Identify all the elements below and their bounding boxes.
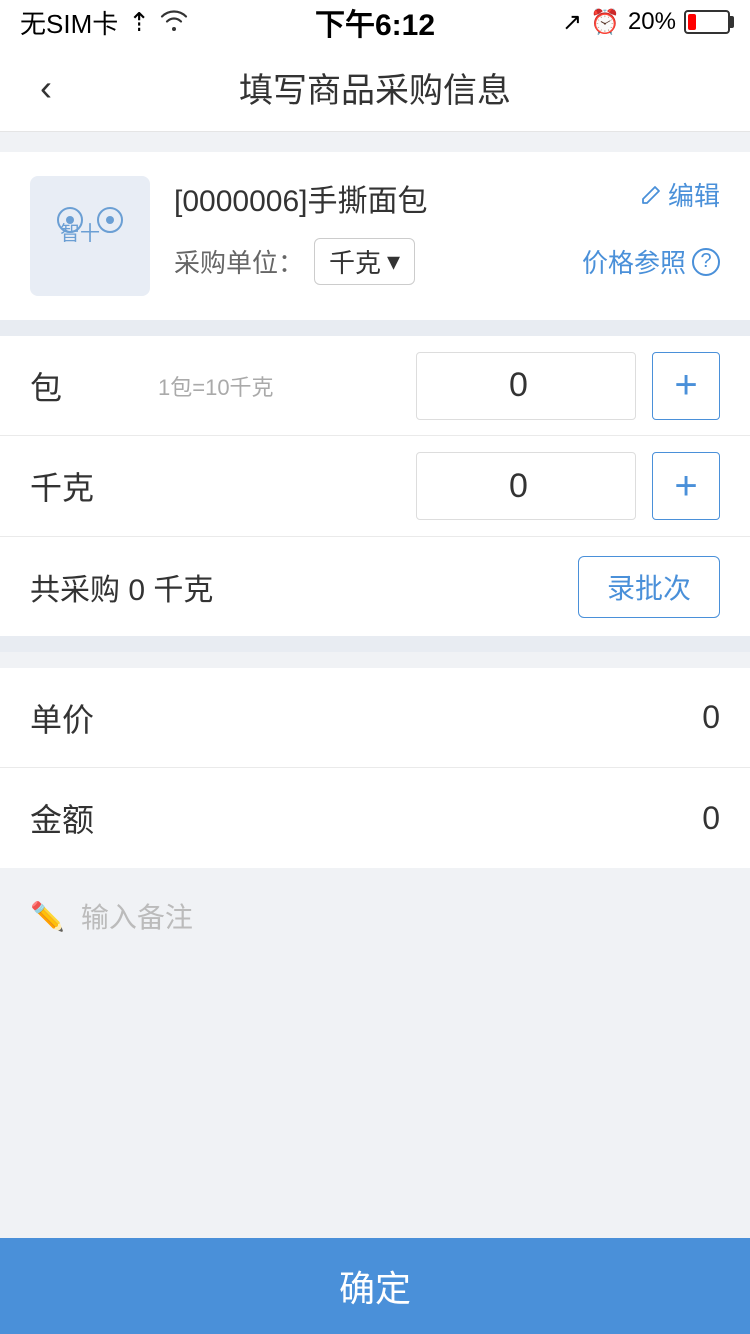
product-image: 智十	[30, 176, 150, 296]
divider-2	[0, 636, 750, 652]
amount-label: 金额	[30, 795, 94, 841]
kg-quantity-input[interactable]	[416, 452, 636, 520]
amount-value: 0	[702, 800, 720, 837]
status-bar-left: 无SIM卡 ⇡	[20, 4, 188, 41]
product-logo: 智十	[50, 200, 130, 272]
status-bar-right: ↗ ⏰ 20%	[562, 8, 730, 37]
divider-1	[0, 320, 750, 336]
unit-select[interactable]: 千克 ▾	[314, 238, 415, 285]
price-section: 单价 0 金额 0	[0, 668, 750, 868]
bag-sublabel: 1包=10千克	[158, 370, 274, 402]
page-title: 填写商品采购信息	[239, 63, 511, 112]
bag-quantity-input[interactable]	[416, 352, 636, 420]
status-bar: 无SIM卡 ⇡ 下午6:12 ↗ ⏰ 20%	[0, 0, 750, 44]
edit-button[interactable]: 编辑	[640, 176, 720, 213]
amount-row: 金额 0	[0, 768, 750, 868]
confirm-button[interactable]: 确定	[0, 1238, 750, 1334]
bag-label: 包	[30, 363, 150, 409]
total-text: 共采购 0 千克	[30, 565, 213, 609]
wifi-icon2	[160, 7, 188, 38]
battery-percent: 20%	[628, 8, 676, 36]
nav-bar: ‹ 填写商品采购信息	[0, 44, 750, 132]
product-name: [0000006]手撕面包	[174, 176, 427, 220]
pencil-icon: ✏️	[30, 900, 65, 933]
unit-price-value: 0	[702, 699, 720, 736]
input-section: 包 1包=10千克 + 千克 +	[0, 336, 750, 536]
carrier-label: 无SIM卡	[20, 4, 118, 41]
unit-price-row: 单价 0	[0, 668, 750, 768]
chevron-down-icon: ▾	[387, 246, 400, 277]
product-header: [0000006]手撕面包 编辑	[174, 176, 720, 220]
unit-price-label: 单价	[30, 695, 94, 741]
price-ref-button[interactable]: 价格参照 ?	[582, 243, 720, 280]
quantity-row-bag: 包 1包=10千克 +	[0, 336, 750, 436]
batch-button[interactable]: 录批次	[578, 556, 720, 618]
wifi-icon: ⇡	[128, 7, 150, 38]
note-placeholder: 输入备注	[81, 896, 193, 936]
help-icon: ?	[692, 248, 720, 276]
product-info: [0000006]手撕面包 编辑 采购单位： 千克 ▾ 价格参照 ?	[174, 176, 720, 285]
status-time: 下午6:12	[315, 0, 435, 44]
location-icon: ↗	[562, 8, 582, 37]
product-card: 智十 [0000006]手撕面包 编辑 采购单位： 千克 ▾	[0, 152, 750, 320]
kg-plus-button[interactable]: +	[652, 452, 720, 520]
back-button[interactable]: ‹	[30, 57, 62, 119]
bag-plus-button[interactable]: +	[652, 352, 720, 420]
quantity-row-kg: 千克 +	[0, 436, 750, 536]
note-section[interactable]: ✏️ 输入备注	[0, 868, 750, 964]
unit-label: 采购单位：	[174, 243, 304, 280]
alarm-icon: ⏰	[590, 8, 620, 37]
battery-icon	[684, 10, 730, 34]
kg-label: 千克	[30, 463, 150, 509]
total-row: 共采购 0 千克 录批次	[0, 536, 750, 636]
product-unit-row: 采购单位： 千克 ▾ 价格参照 ?	[174, 238, 720, 285]
